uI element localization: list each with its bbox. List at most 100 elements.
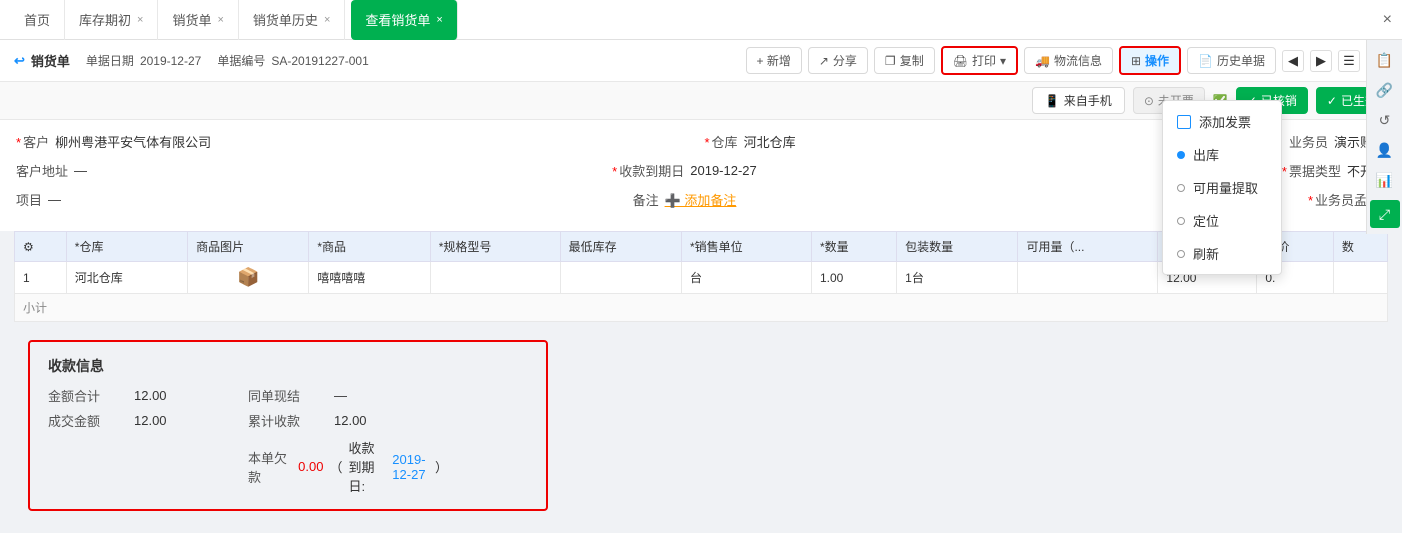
dropdown-refresh[interactable]: 刷新 bbox=[1163, 237, 1281, 270]
payment-title: 收款信息 bbox=[48, 356, 528, 376]
phone-icon: 📱 bbox=[1045, 94, 1060, 108]
cell-quantity: 1.00 bbox=[811, 262, 896, 294]
share-button[interactable]: ↗ 分享 bbox=[808, 47, 868, 74]
sidebar-icon-refresh[interactable]: ↺ bbox=[1370, 106, 1400, 134]
col-image: 商品图片 bbox=[188, 232, 309, 262]
cell-warehouse: 河北仓库 bbox=[66, 262, 187, 294]
radio-icon-refresh bbox=[1177, 250, 1185, 258]
deal-amount-row: 成交金额 12.00 bbox=[48, 411, 248, 430]
ticket-type-label: 票据类型 bbox=[1282, 161, 1341, 180]
amount-total-value: 12.00 bbox=[134, 388, 167, 403]
circle-icon: ⊙ bbox=[1144, 94, 1154, 108]
cell-product: 嘻嘻嘻嘻 bbox=[309, 262, 430, 294]
print-button[interactable]: 🖨 打印 ▾ bbox=[941, 46, 1018, 75]
doc-number-meta: 单据编号 SA-20191227-001 bbox=[217, 52, 368, 69]
due-date-label: 收款到期日 bbox=[612, 161, 684, 180]
close-tab-history[interactable]: × bbox=[324, 14, 330, 26]
dropdown-add-invoice[interactable]: 添加发票 bbox=[1163, 105, 1281, 138]
col-min-stock: 最低库存 bbox=[560, 232, 681, 262]
prev-arrow[interactable]: ◀ bbox=[1282, 50, 1304, 72]
col-warehouse: *仓库 bbox=[66, 232, 187, 262]
dropdown-locate[interactable]: 定位 bbox=[1163, 204, 1281, 237]
cell-min-stock bbox=[560, 262, 681, 294]
sidebar-icon-doc[interactable]: 📋 bbox=[1370, 46, 1400, 74]
dropdown-available-extract[interactable]: 可用量提取 bbox=[1163, 171, 1281, 204]
payment-grid: 金额合计 12.00 同单现结 — 成交金额 12.00 累计收款 12.00 … bbox=[48, 386, 528, 495]
cumulative-label: 累计收款 bbox=[248, 411, 328, 430]
col-gear: ⚙ bbox=[15, 232, 67, 262]
grid-icon: ⊞ bbox=[1131, 54, 1141, 68]
address-value: — bbox=[74, 163, 87, 178]
employee-label: 业务员 bbox=[1289, 132, 1328, 151]
print-icon: 🖨 bbox=[953, 54, 968, 68]
cumulative-value: 12.00 bbox=[334, 413, 367, 428]
col-spec: *规格型号 bbox=[430, 232, 560, 262]
sales-emp-label: 业务员孟 bbox=[1308, 190, 1367, 209]
deal-amount-label: 成交金额 bbox=[48, 411, 128, 430]
tab-sales-history[interactable]: 销货单历史 × bbox=[239, 0, 345, 40]
logistics-button[interactable]: 🚚 物流信息 bbox=[1024, 47, 1113, 74]
next-arrow[interactable]: ▶ bbox=[1310, 50, 1332, 72]
col-available: 可用量（... bbox=[1018, 232, 1158, 262]
due-date-field: 收款到期日 2019-12-27 bbox=[612, 161, 757, 180]
history-icon: 📄 bbox=[1198, 54, 1213, 68]
window-close-button[interactable]: × bbox=[1383, 11, 1392, 29]
cell-sales-unit: 台 bbox=[681, 262, 811, 294]
tab-inventory-init[interactable]: 库存期初 × bbox=[65, 0, 158, 40]
same-order-row: 同单现结 — bbox=[248, 386, 448, 405]
due-date-value: 2019-12-27 bbox=[690, 163, 757, 178]
customer-field: 客户 柳州粤港平安气体有限公司 bbox=[16, 132, 211, 151]
cell-amount bbox=[1333, 262, 1387, 294]
sidebar-icon-expand[interactable]: ⤢ bbox=[1370, 200, 1400, 228]
sidebar-icon-user[interactable]: 👤 bbox=[1370, 136, 1400, 164]
project-field: 项目 — bbox=[16, 190, 61, 209]
note-add-link[interactable]: ➕ 添加备注 bbox=[665, 190, 737, 209]
from-phone-btn[interactable]: 📱 来自手机 bbox=[1032, 87, 1125, 114]
deal-amount-value: 12.00 bbox=[134, 413, 167, 428]
same-order-value: — bbox=[334, 388, 347, 403]
tab-home[interactable]: 首页 bbox=[10, 0, 65, 40]
product-image: 📦 bbox=[237, 267, 259, 287]
list-view[interactable]: ☰ bbox=[1338, 50, 1360, 72]
dropdown-outbound[interactable]: 出库 bbox=[1163, 138, 1281, 171]
copy-icon: ❐ bbox=[885, 54, 896, 68]
note-label: 备注 bbox=[633, 190, 659, 209]
tab-view-sales[interactable]: 查看销货单 × bbox=[351, 0, 457, 40]
arrears-due-value: 2019-12-27 bbox=[392, 452, 429, 482]
amount-total-label: 金额合计 bbox=[48, 386, 128, 405]
payment-section: 收款信息 金额合计 12.00 同单现结 — 成交金额 12.00 累计收款 1… bbox=[28, 340, 548, 511]
cell-index: 1 bbox=[15, 262, 67, 294]
subtotal-label: 小计 bbox=[15, 294, 1388, 322]
cell-pack-qty: 1台 bbox=[897, 262, 1018, 294]
tab-bar: 首页 库存期初 × 销货单 × 销货单历史 × 查看销货单 × × bbox=[0, 0, 1402, 40]
sidebar-icon-link[interactable]: 🔗 bbox=[1370, 76, 1400, 104]
arrears-parenthetical: （ bbox=[329, 457, 342, 476]
customer-value: 柳州粤港平安气体有限公司 bbox=[55, 132, 211, 151]
date-label: 单据日期 bbox=[86, 52, 134, 69]
project-value: — bbox=[48, 192, 61, 207]
number-value: SA-20191227-001 bbox=[271, 54, 368, 68]
checkbox-icon bbox=[1177, 115, 1191, 129]
col-quantity: *数量 bbox=[811, 232, 896, 262]
new-button[interactable]: + 新增 bbox=[746, 47, 802, 74]
doc-header: ↩ 销货单 单据日期 2019-12-27 单据编号 SA-20191227-0… bbox=[0, 40, 1402, 82]
warehouse-field: 仓库 河北仓库 bbox=[704, 132, 795, 151]
close-tab-inventory[interactable]: × bbox=[137, 14, 143, 26]
copy-button[interactable]: ❐ 复制 bbox=[874, 47, 935, 74]
cell-spec bbox=[430, 262, 560, 294]
close-tab-sales[interactable]: × bbox=[217, 14, 223, 26]
col-sales-unit: *销售单位 bbox=[681, 232, 811, 262]
sidebar-icon-chart[interactable]: 📊 bbox=[1370, 166, 1400, 194]
date-value: 2019-12-27 bbox=[140, 54, 201, 68]
doc-title-text: 销货单 bbox=[31, 51, 70, 70]
tab-sales-order[interactable]: 销货单 × bbox=[158, 0, 238, 40]
right-sidebar: 📋 🔗 ↺ 👤 📊 ⤢ bbox=[1366, 40, 1402, 234]
subtotal-row: 小计 bbox=[15, 294, 1388, 322]
arrears-due-label: 收款到期日: bbox=[348, 438, 386, 495]
same-order-label: 同单现结 bbox=[248, 386, 328, 405]
history-button[interactable]: 📄 历史单据 bbox=[1187, 47, 1276, 74]
share-icon: ↗ bbox=[819, 54, 829, 68]
close-tab-view[interactable]: × bbox=[436, 14, 442, 26]
cell-available bbox=[1018, 262, 1158, 294]
operation-button[interactable]: ⊞ 操作 bbox=[1119, 46, 1181, 75]
